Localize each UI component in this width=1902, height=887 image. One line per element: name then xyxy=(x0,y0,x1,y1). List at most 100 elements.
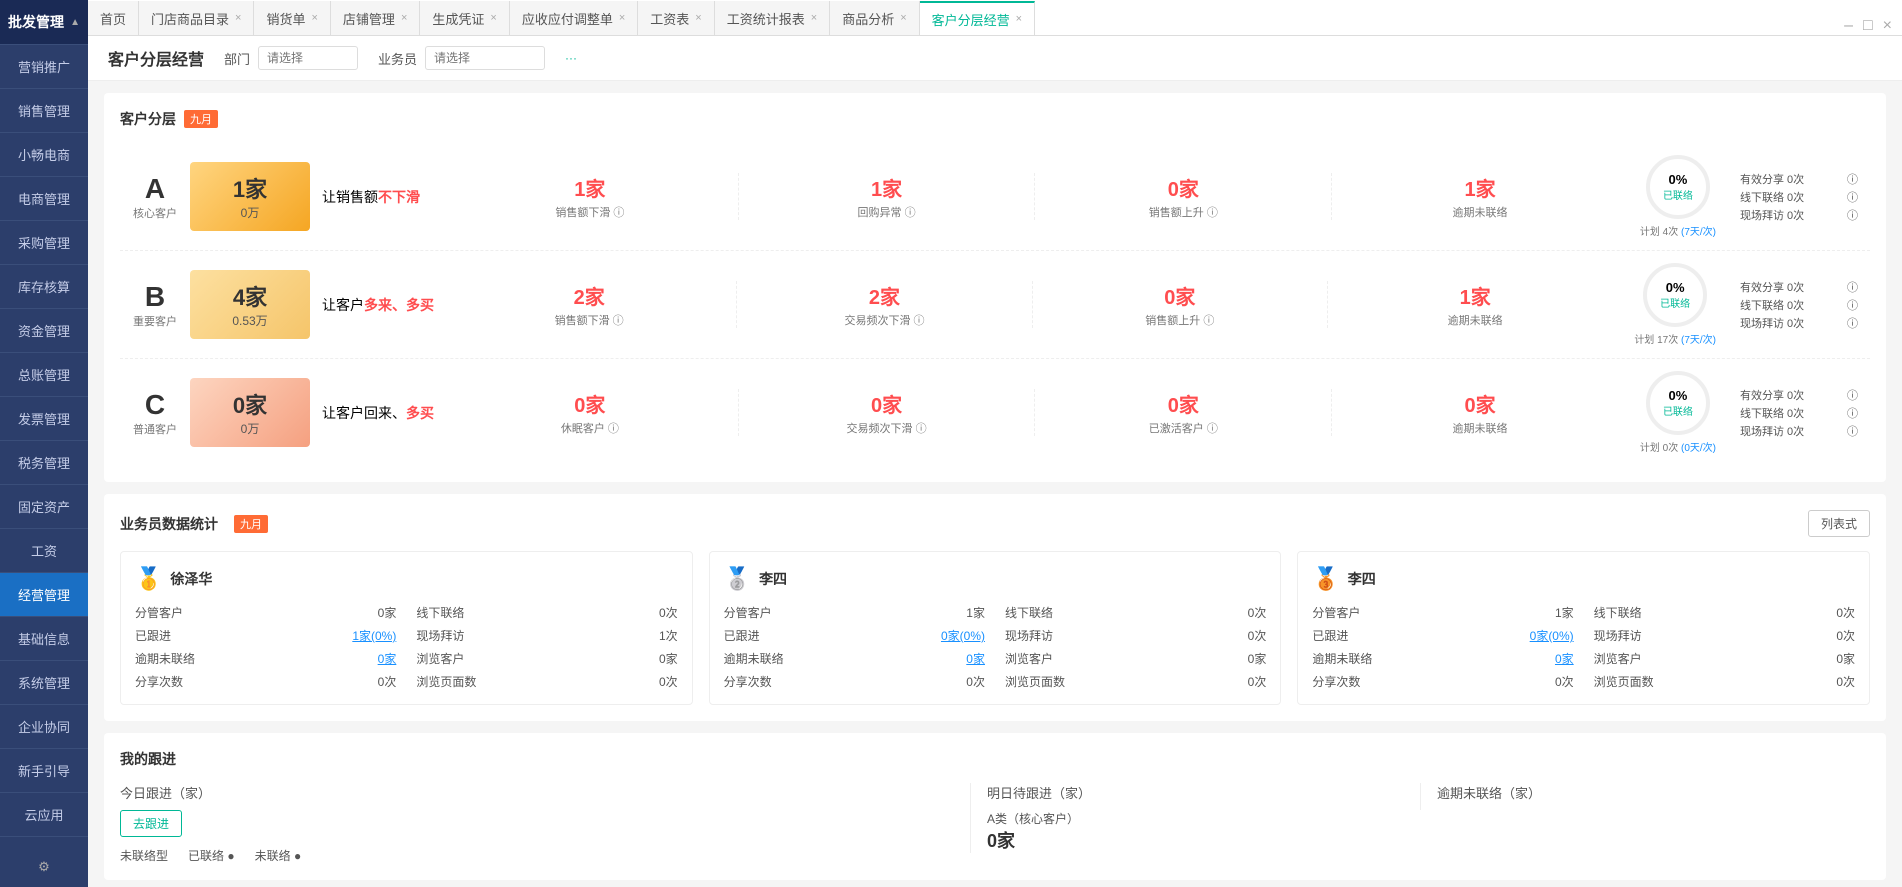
sidebar-top[interactable]: 批发管理 ▲ xyxy=(0,0,88,45)
metric-label-c-3: 已激活客户 ⓘ xyxy=(1045,420,1321,436)
list-view-button[interactable]: 列表式 xyxy=(1808,510,1870,537)
close-icon[interactable]: × xyxy=(619,12,625,24)
tier-name-c: 普通客户 xyxy=(120,421,190,437)
info-icon-c3: ⓘ xyxy=(1847,423,1858,439)
close-icon[interactable]: × xyxy=(1016,13,1022,25)
staff-stat-1-分享次数: 分享次数0次 xyxy=(724,673,985,690)
tab-首页[interactable]: 首页 xyxy=(88,1,139,35)
tab-工资统计报表[interactable]: 工资统计报表× xyxy=(715,1,830,35)
tier-slogan-c: 让客户回来、多买 xyxy=(322,403,442,423)
metric-label-b-4: 逾期未联络 xyxy=(1338,312,1612,328)
sidebar-item-云应用[interactable]: 云应用 xyxy=(0,793,88,837)
staff-stat-0-线下联络: 线下联络0次 xyxy=(416,604,677,621)
close-icon[interactable]: × xyxy=(311,12,317,24)
staff-stat-0-已跟进[interactable]: 已跟进1家(0%) xyxy=(135,627,396,644)
metric-a-1[interactable]: 1家 销售额下滑 ⓘ xyxy=(442,173,739,220)
medal-icon-2: 🥉 xyxy=(1312,566,1339,592)
metric-c-2[interactable]: 0家 交易频次下滑 ⓘ xyxy=(739,389,1036,436)
side-stat-c-1: 有效分享 0次 ⓘ xyxy=(1740,387,1858,403)
sidebar-item-固定资产[interactable]: 固定资产 xyxy=(0,485,88,529)
tab-应收应付调整单[interactable]: 应收应付调整单× xyxy=(510,1,638,35)
staff-stat-0-逾期未联络[interactable]: 逾期未联络0家 xyxy=(135,650,396,667)
customer-tier-header: 客户分层 九月 xyxy=(120,109,1870,129)
metric-c-1[interactable]: 0家 休眠客户 ⓘ xyxy=(442,389,739,436)
metric-b-4[interactable]: 1家 逾期未联络 xyxy=(1328,281,1622,328)
metric-a-4[interactable]: 1家 逾期未联络 xyxy=(1332,173,1628,220)
followup-title: 我的跟进 xyxy=(120,749,1870,769)
sidebar-item-总账管理[interactable]: 总账管理 xyxy=(0,353,88,397)
metric-b-1[interactable]: 2家 销售额下滑 ⓘ xyxy=(442,281,737,328)
filter-more-btn[interactable]: ··· xyxy=(565,51,577,65)
tier-letter-b: B xyxy=(120,281,190,313)
staff-stat-0-浏览客户: 浏览客户0家 xyxy=(416,650,677,667)
staff-stat-2-逾期未联络[interactable]: 逾期未联络0家 xyxy=(1312,650,1573,667)
contact-plan-link-b[interactable]: (7天/次) xyxy=(1681,335,1716,346)
metric-a-3[interactable]: 0家 销售额上升 ⓘ xyxy=(1035,173,1332,220)
tab-工资表[interactable]: 工资表× xyxy=(638,1,714,35)
staff-stats-2: 分管客户1家 线下联络0次 已跟进0家(0%) 现场拜访0次 逾期未联络0家 浏… xyxy=(1312,604,1855,690)
close-icon[interactable]: × xyxy=(401,12,407,24)
window-minimize-icon[interactable]: – xyxy=(1844,17,1853,35)
staff-stats-month: 九月 xyxy=(234,515,268,533)
goto-followup-button[interactable]: 去跟进 xyxy=(120,810,182,837)
info-icon-a2: ⓘ xyxy=(1847,189,1858,205)
staff-stat-1-已跟进[interactable]: 已跟进0家(0%) xyxy=(724,627,985,644)
sidebar-item-小畅电商[interactable]: 小畅电商 xyxy=(0,133,88,177)
tier-row-c: C 普通客户 0家 0万 让客户回来、多买 0家 休眠客户 ⓘ 0家 xyxy=(120,359,1870,466)
dept-filter-input[interactable] xyxy=(258,46,358,70)
sidebar-item-系统管理[interactable]: 系统管理 xyxy=(0,661,88,705)
metric-c-3[interactable]: 0家 已激活客户 ⓘ xyxy=(1035,389,1332,436)
tier-metrics-c: 0家 休眠客户 ⓘ 0家 交易频次下滑 ⓘ 0家 已激活客户 ⓘ 0家 逾期未联… xyxy=(442,389,1628,436)
metric-label-a-3: 销售额上升 ⓘ xyxy=(1045,204,1321,220)
contact-plan-link-c[interactable]: (0天/次) xyxy=(1681,443,1716,454)
metric-b-2[interactable]: 2家 交易频次下滑 ⓘ xyxy=(737,281,1032,328)
sidebar-item-销售管理[interactable]: 销售管理 xyxy=(0,89,88,133)
sidebar-item-库存核算[interactable]: 库存核算 xyxy=(0,265,88,309)
info-icon-b3: ⓘ xyxy=(1847,315,1858,331)
tab-门店商品目录[interactable]: 门店商品目录× xyxy=(139,1,254,35)
sidebar-item-采购管理[interactable]: 采购管理 xyxy=(0,221,88,265)
window-close-icon[interactable]: × xyxy=(1883,17,1892,35)
sidebar-item-基础信息[interactable]: 基础信息 xyxy=(0,617,88,661)
sidebar-item-电商管理[interactable]: 电商管理 xyxy=(0,177,88,221)
staff-filter-input[interactable] xyxy=(425,46,545,70)
metric-c-4[interactable]: 0家 逾期未联络 xyxy=(1332,389,1628,436)
close-icon[interactable]: × xyxy=(695,12,701,24)
sidebar-item-发票管理[interactable]: 发票管理 xyxy=(0,397,88,441)
staff-stats-header: 业务员数据统计 九月 列表式 xyxy=(120,510,1870,537)
sidebar-item-工资[interactable]: 工资 xyxy=(0,529,88,573)
contact-area-c: 0% 已联络 计划 0次 (0天/次) 有效分享 0次 ⓘ 线下联络 0次 ⓘ … xyxy=(1628,371,1870,454)
metric-b-3[interactable]: 0家 销售额上升 ⓘ xyxy=(1033,281,1328,328)
sidebar-item-经营管理[interactable]: 经营管理 xyxy=(0,573,88,617)
sidebar-item-企业协同[interactable]: 企业协同 xyxy=(0,705,88,749)
sidebar-item-税务管理[interactable]: 税务管理 xyxy=(0,441,88,485)
tab-生成凭证[interactable]: 生成凭证× xyxy=(420,1,509,35)
tab-客户分层经营[interactable]: 客户分层经营× xyxy=(920,1,1035,35)
tab-label: 首页 xyxy=(100,9,126,28)
staff-stat-2-已跟进[interactable]: 已跟进0家(0%) xyxy=(1312,627,1573,644)
sidebar-item-新手引导[interactable]: 新手引导 xyxy=(0,749,88,793)
window-maximize-icon[interactable]: □ xyxy=(1863,17,1873,35)
staff-stat-1-逾期未联络[interactable]: 逾期未联络0家 xyxy=(724,650,985,667)
sidebar-collapse-icon[interactable]: ▲ xyxy=(70,17,80,28)
close-icon[interactable]: × xyxy=(811,12,817,24)
tier-letter-a: A xyxy=(120,173,190,205)
tab-商品分析[interactable]: 商品分析× xyxy=(830,1,919,35)
close-icon[interactable]: × xyxy=(490,12,496,24)
staff-stat-2-线下联络: 线下联络0次 xyxy=(1594,604,1855,621)
contact-circle-c: 0% 已联络 计划 0次 (0天/次) xyxy=(1640,371,1716,454)
close-icon[interactable]: × xyxy=(235,12,241,24)
tab-店铺管理[interactable]: 店铺管理× xyxy=(331,1,420,35)
contact-plan-link-a[interactable]: (7天/次) xyxy=(1681,227,1716,238)
today-followup-label: 今日跟进（家） xyxy=(120,783,954,802)
tier-count-num-a: 1家 xyxy=(233,172,267,204)
close-icon[interactable]: × xyxy=(900,12,906,24)
metric-a-2[interactable]: 1家 回购异常 ⓘ xyxy=(739,173,1036,220)
sidebar-item-资金管理[interactable]: 资金管理 xyxy=(0,309,88,353)
tab-销货单[interactable]: 销货单× xyxy=(254,1,330,35)
staff-stat-2-浏览客户: 浏览客户0家 xyxy=(1594,650,1855,667)
contact-pct-b: 0% xyxy=(1666,280,1685,295)
sidebar-item-营销推广[interactable]: 营销推广 xyxy=(0,45,88,89)
gear-icon[interactable]: ⚙ xyxy=(0,847,88,887)
staff-stat-2-分管客户: 分管客户1家 xyxy=(1312,604,1573,621)
